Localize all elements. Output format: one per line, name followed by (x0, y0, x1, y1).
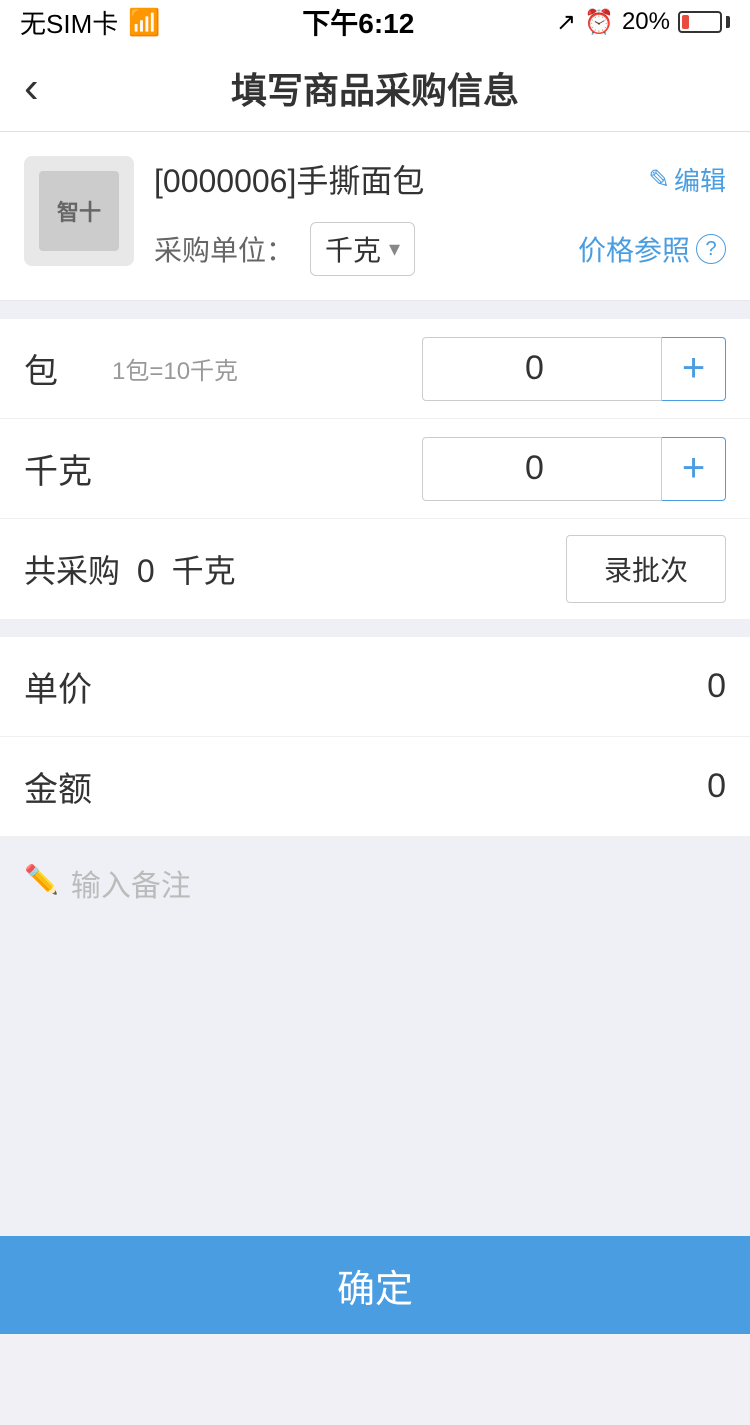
summary-row: 共采购 0 千克 录批次 (0, 519, 750, 619)
record-batch-button[interactable]: 录批次 (566, 535, 726, 603)
amount-row: 金额 0 (0, 737, 750, 837)
bag-input-right: + (422, 337, 726, 401)
summary-prefix: 共采购 (24, 553, 120, 589)
amount-label: 金额 (24, 762, 92, 811)
amount-value: 0 (707, 767, 726, 806)
product-card: 智十 [0000006]手撕面包 ✎ 编辑 采购单位： 千克 ▾ 价格参照 ? (0, 132, 750, 301)
dropdown-arrow-icon: ▾ (389, 236, 400, 262)
section-divider-1 (0, 301, 750, 319)
alarm-icon: ⏰ (584, 8, 614, 37)
info-icon: ? (696, 234, 726, 264)
time-label: 下午6:12 (302, 2, 414, 42)
confirm-label: 确定 (337, 1258, 413, 1313)
notes-placeholder: 输入备注 (71, 861, 191, 905)
price-section: 单价 0 金额 0 (0, 637, 750, 837)
summary-amount: 0 (137, 553, 155, 589)
back-button[interactable]: ‹ (24, 66, 39, 110)
product-title-row: [0000006]手撕面包 ✎ 编辑 (154, 156, 726, 202)
input-section: 包 1包=10千克 + 千克 + 共采购 0 千克 录批次 (0, 319, 750, 619)
status-bar: 无SIM卡 📶 下午6:12 ↗ ⏰ 20% (0, 0, 750, 44)
kg-label: 千克 (24, 444, 104, 493)
battery-label: 20% (622, 8, 670, 36)
unit-price-value: 0 (707, 667, 726, 706)
price-ref-button[interactable]: 价格参照 ? (578, 229, 726, 269)
edit-label: 编辑 (674, 161, 726, 198)
unit-dropdown[interactable]: 千克 ▾ (310, 222, 415, 276)
product-unit-row: 采购单位： 千克 ▾ 价格参照 ? (154, 222, 726, 276)
location-icon: ↗ (556, 8, 576, 37)
confirm-button[interactable]: 确定 (0, 1236, 750, 1334)
price-ref-label: 价格参照 (578, 229, 690, 269)
section-divider-2 (0, 619, 750, 637)
product-image: 智十 (24, 156, 134, 266)
product-name: [0000006]手撕面包 (154, 156, 424, 202)
unit-price-label: 单价 (24, 662, 92, 711)
carrier-label: 无SIM卡 (20, 4, 118, 41)
unit-price-row: 单价 0 (0, 637, 750, 737)
kg-input-row: 千克 + (0, 419, 750, 519)
kg-quantity-input[interactable] (422, 437, 662, 501)
summary-text: 共采购 0 千克 (24, 546, 236, 592)
status-left: 无SIM卡 📶 (20, 4, 161, 41)
pencil-icon: ✏️ (24, 863, 59, 896)
kg-input-right: + (422, 437, 726, 501)
battery-icon (678, 11, 730, 33)
status-right: ↗ ⏰ 20% (556, 8, 730, 37)
notes-area[interactable]: ✏️ 输入备注 (0, 837, 750, 947)
product-logo: 智十 (39, 171, 119, 251)
header: ‹ 填写商品采购信息 (0, 44, 750, 132)
edit-icon: ✎ (648, 164, 670, 195)
wifi-icon: 📶 (128, 7, 160, 38)
kg-plus-button[interactable]: + (662, 437, 726, 501)
page-title: 填写商品采购信息 (231, 62, 519, 114)
summary-unit: 千克 (172, 553, 236, 589)
bag-label: 包 (24, 344, 104, 393)
bag-sub-label: 1包=10千克 (112, 351, 238, 386)
bag-quantity-input[interactable] (422, 337, 662, 401)
bottom-spacer (0, 1327, 750, 1425)
logo-text: 智十 (57, 195, 101, 227)
unit-label: 采购单位： (154, 229, 294, 269)
bag-plus-button[interactable]: + (662, 337, 726, 401)
edit-button[interactable]: ✎ 编辑 (648, 161, 726, 198)
bag-input-row: 包 1包=10千克 + (0, 319, 750, 419)
product-info: [0000006]手撕面包 ✎ 编辑 采购单位： 千克 ▾ 价格参照 ? (154, 156, 726, 276)
unit-value: 千克 (325, 229, 381, 269)
